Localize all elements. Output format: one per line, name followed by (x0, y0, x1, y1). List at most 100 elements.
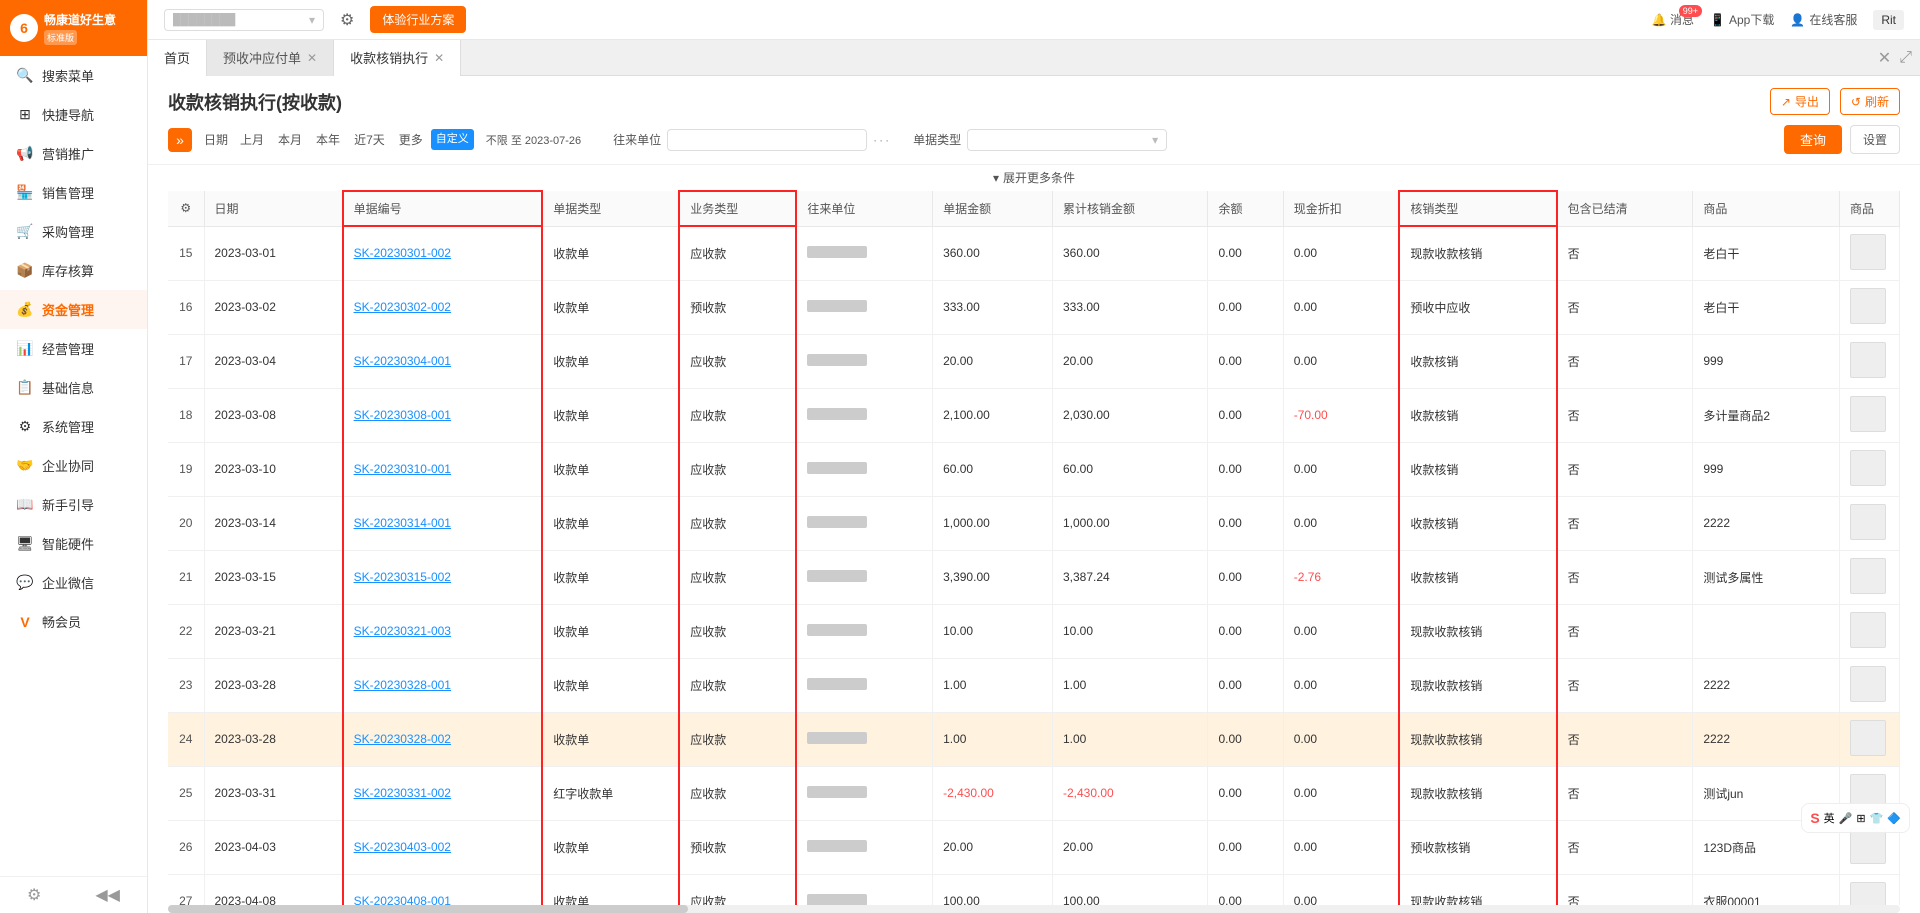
cell-product: 999 (1693, 442, 1840, 496)
basic-icon: 📋 (16, 379, 34, 397)
th-biz-type[interactable]: 业务类型 (679, 191, 796, 226)
voucher-no-link[interactable]: SK-20230408-001 (354, 894, 451, 905)
tab-write-off[interactable]: 收款核销执行 ✕ (334, 40, 461, 76)
topbar-search-input[interactable]: ████████ ▾ (164, 9, 324, 31)
th-include-settled[interactable]: 包含已结清 (1557, 191, 1693, 226)
th-cash-discount[interactable]: 现金折扣 (1283, 191, 1399, 226)
sidebar-item-collab[interactable]: 🤝 企业协同 (0, 446, 147, 485)
th-write-off-amount[interactable]: 累计核销金额 (1052, 191, 1207, 226)
sidebar-item-inventory[interactable]: 📦 库存核算 (0, 251, 147, 290)
th-product2[interactable]: 商品 (1840, 191, 1900, 226)
table-scrollbar[interactable] (168, 905, 1900, 913)
user-avatar[interactable]: Rit (1873, 10, 1904, 30)
sidebar-item-guide[interactable]: 📖 新手引导 (0, 485, 147, 524)
voucher-no-link[interactable]: SK-20230315-002 (354, 570, 451, 584)
table-scrollbar-thumb[interactable] (168, 905, 688, 913)
notification-button[interactable]: 🔔 消息 99+ (1652, 11, 1694, 28)
voucher-no-link[interactable]: SK-20230302-002 (354, 300, 451, 314)
last-7-days-button[interactable]: 近7天 (348, 129, 391, 150)
sidebar-item-basic[interactable]: 📋 基础信息 (0, 368, 147, 407)
sidebar-item-nav[interactable]: ⊞ 快捷导航 (0, 95, 147, 134)
cell-no: 21 (168, 550, 204, 604)
voucher-no-link[interactable]: SK-20230301-002 (354, 246, 451, 260)
expand-conditions-button[interactable]: ▾ 展开更多条件 (993, 169, 1075, 186)
tab-advance[interactable]: 预收冲应付单 ✕ (207, 40, 334, 76)
close-all-icon[interactable]: ✕ (1878, 48, 1891, 68)
refresh-button[interactable]: ↺ 刷新 (1840, 88, 1900, 115)
tab-advance-close[interactable]: ✕ (307, 51, 317, 65)
voucher-no-link[interactable]: SK-20230328-002 (354, 732, 451, 746)
export-button[interactable]: ↗ 导出 (1770, 88, 1830, 115)
settings-icon[interactable]: ⚙ (340, 10, 354, 30)
voucher-no-link[interactable]: SK-20230403-002 (354, 840, 451, 854)
th-partner[interactable]: 往来单位 (796, 191, 932, 226)
maximize-icon[interactable]: ⤢ (1899, 49, 1912, 67)
cell-partner (796, 550, 932, 604)
th-voucher-type[interactable]: 单据类型 (542, 191, 679, 226)
cell-no: 18 (168, 388, 204, 442)
settings-bottom-icon[interactable]: ⚙ (27, 885, 41, 905)
topbar-right: 🔔 消息 99+ 📱 App下载 👤 在线客服 Rit (1652, 10, 1904, 30)
sidebar-item-member[interactable]: V 畅会员 (0, 602, 147, 641)
custom-date-button[interactable]: 自定义 (431, 129, 474, 150)
voucher-type-select[interactable]: ▾ (967, 129, 1167, 151)
voucher-no-link[interactable]: SK-20230304-001 (354, 354, 451, 368)
th-gear[interactable]: ⚙ (168, 191, 204, 226)
sidebar-item-system[interactable]: ⚙ 系统管理 (0, 407, 147, 446)
th-voucher-no[interactable]: 单据编号 (343, 191, 543, 226)
cell-partner (796, 712, 932, 766)
cell-amount: 60.00 (933, 442, 1053, 496)
voucher-no-link[interactable]: SK-20230310-001 (354, 462, 451, 476)
cell-cash-discount: -70.00 (1283, 388, 1399, 442)
voucher-no-link[interactable]: SK-20230321-003 (354, 624, 451, 638)
tab-write-off-close[interactable]: ✕ (434, 51, 444, 65)
setting-button[interactable]: 设置 (1850, 125, 1900, 154)
sidebar-item-operation[interactable]: 📊 经营管理 (0, 329, 147, 368)
filter-toggle-button[interactable]: » (168, 128, 192, 152)
voucher-no-link[interactable]: SK-20230331-002 (354, 786, 451, 800)
app-download-button[interactable]: 📱 App下载 (1710, 11, 1774, 28)
badge-mic: 🎤 (1839, 812, 1853, 825)
partner-input[interactable] (667, 129, 867, 151)
sidebar-item-marketing[interactable]: 📢 营销推广 (0, 134, 147, 173)
voucher-no-link[interactable]: SK-20230308-001 (354, 408, 451, 422)
collapse-icon[interactable]: ◀◀ (95, 885, 120, 905)
tab-home[interactable]: 首页 (148, 40, 207, 76)
hardware-icon: 🖥 (16, 535, 34, 553)
voucher-no-link[interactable]: SK-20230314-001 (354, 516, 451, 530)
sidebar-item-sales[interactable]: 🏪 销售管理 (0, 173, 147, 212)
cell-product2 (1840, 388, 1900, 442)
last-month-button[interactable]: 上月 (234, 129, 270, 150)
th-write-off-type[interactable]: 核销类型 (1399, 191, 1556, 226)
cell-balance: 0.00 (1208, 226, 1283, 280)
cell-balance: 0.00 (1208, 712, 1283, 766)
cell-write-off-amount: 360.00 (1052, 226, 1207, 280)
this-year-button[interactable]: 本年 (310, 129, 346, 150)
sidebar-item-purchase[interactable]: 🛒 采购管理 (0, 212, 147, 251)
cell-biz-type: 应收款 (679, 550, 796, 604)
sidebar-item-search[interactable]: 🔍 搜索菜单 (0, 56, 147, 95)
cell-write-off-amount: 2,030.00 (1052, 388, 1207, 442)
table-row: 23 2023-03-28 SK-20230328-001 收款单 应收款 1.… (168, 658, 1900, 712)
badge-text: 英 (1824, 810, 1835, 826)
th-date[interactable]: 日期 (204, 191, 343, 226)
more-dates-button[interactable]: 更多 (393, 129, 429, 150)
query-button[interactable]: 查询 (1784, 125, 1842, 154)
online-service-button[interactable]: 👤 在线客服 (1790, 11, 1857, 28)
th-balance[interactable]: 余额 (1208, 191, 1283, 226)
sidebar-item-hardware[interactable]: 🖥 智能硬件 (0, 524, 147, 563)
th-amount[interactable]: 单据金额 (933, 191, 1053, 226)
voucher-no-link[interactable]: SK-20230328-001 (354, 678, 451, 692)
this-month-button[interactable]: 本月 (272, 129, 308, 150)
cell-product2 (1840, 334, 1900, 388)
sidebar-item-finance[interactable]: 💰 资金管理 (0, 290, 147, 329)
table-container[interactable]: ⚙ 日期 单据编号 单据类型 业务类型 往来单位 单据金额 累计核销金额 余额 … (148, 190, 1920, 905)
table-row: 25 2023-03-31 SK-20230331-002 红字收款单 应收款 … (168, 766, 1900, 820)
industry-solution-button[interactable]: 体验行业方案 (370, 6, 466, 33)
partner-dots[interactable]: ··· (873, 133, 891, 147)
sidebar-item-wechat[interactable]: 💬 企业微信 (0, 563, 147, 602)
th-product[interactable]: 商品 (1693, 191, 1840, 226)
cell-write-off-type: 收款核销 (1399, 388, 1556, 442)
cell-no: 22 (168, 604, 204, 658)
table-body: 15 2023-03-01 SK-20230301-002 收款单 应收款 36… (168, 226, 1900, 905)
